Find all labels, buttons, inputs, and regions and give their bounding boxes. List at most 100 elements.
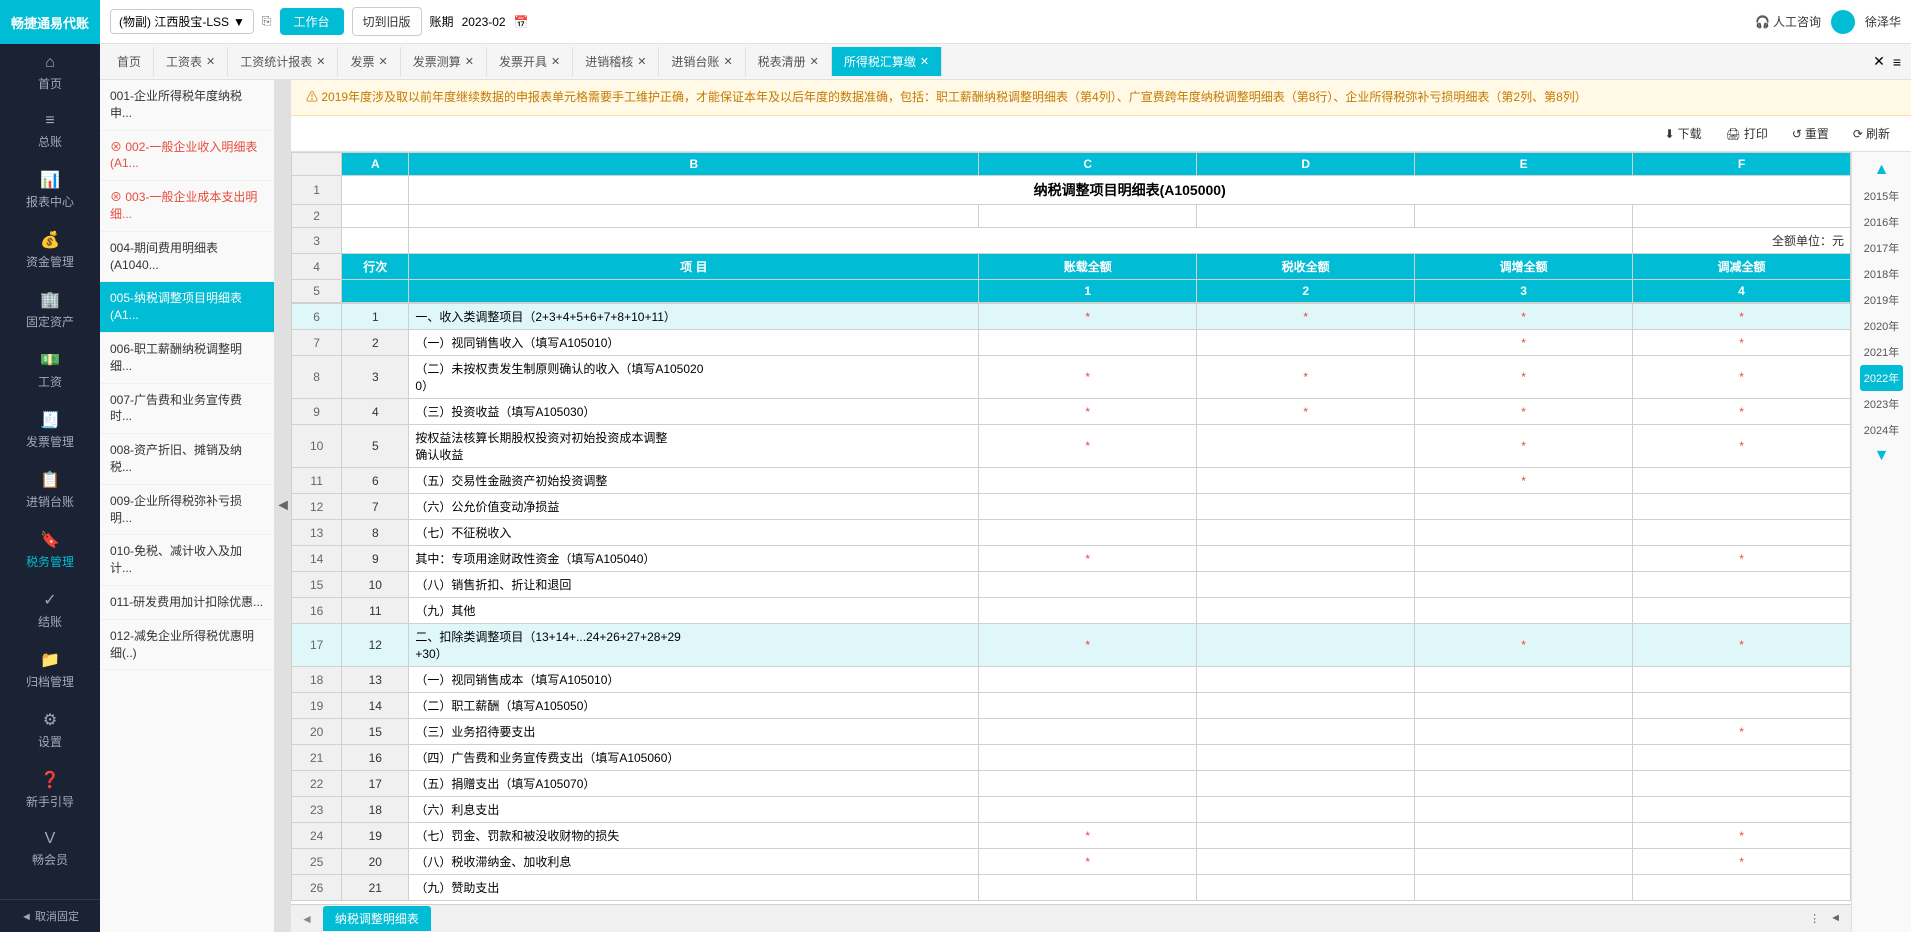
item-cell[interactable]: （五）捐赠支出（填写A105070） <box>409 771 979 797</box>
left-item-8[interactable]: 009-企业所得税弥补亏损明... <box>100 485 274 536</box>
year-item[interactable]: 2021年 <box>1860 339 1903 365</box>
sidebar-item-purchase[interactable]: 📋 进销台账 <box>0 460 100 520</box>
sidebar-item-tax[interactable]: 🔖 税务管理 <box>0 520 100 580</box>
item-cell[interactable]: （六）公允价值变动净损益 <box>409 494 979 520</box>
download-button[interactable]: ⬇ 下载 <box>1659 122 1708 145</box>
tab-close-income-tax[interactable]: ✕ <box>920 55 929 68</box>
left-item-6[interactable]: 007-广告费和业务宣传费时... <box>100 384 274 435</box>
item-cell[interactable]: （六）利息支出 <box>409 797 979 823</box>
item-cell[interactable]: 一、收入类调整项目（2+3+4+5+6+7+8+10+11） <box>409 304 979 330</box>
sidebar-item-close[interactable]: ✓ 结账 <box>0 580 100 640</box>
left-item-1[interactable]: ⊗ 002-一般企业收入明细表(A1... <box>100 131 274 182</box>
item-cell[interactable]: （八）税收滞纳金、加收利息 <box>409 849 979 875</box>
year-item[interactable]: 2018年 <box>1860 261 1903 287</box>
col-F-header: F <box>1633 153 1851 176</box>
tab-salary[interactable]: 工资表 ✕ <box>154 47 228 76</box>
old-version-button[interactable]: 切到旧版 <box>352 7 422 36</box>
sidebar-item-invoice[interactable]: 🧾 发票管理 <box>0 400 100 460</box>
support-button[interactable]: 🎧 人工咨询 <box>1755 13 1821 30</box>
item-cell[interactable]: （七）罚金、罚款和被没收财物的损失 <box>409 823 979 849</box>
item-cell[interactable]: （三）业务招待要支出 <box>409 719 979 745</box>
year-nav-up[interactable]: ▲ <box>1870 157 1894 183</box>
item-cell[interactable]: （七）不征税收入 <box>409 520 979 546</box>
sidebar-item-assets[interactable]: 🏢 固定资产 <box>0 280 100 340</box>
company-selector[interactable]: (物副) 江西股宝-LSS ▼ <box>110 9 254 34</box>
sidebar-item-salary[interactable]: 💵 工资 <box>0 340 100 400</box>
tab-close-purchase-ledger[interactable]: ✕ <box>723 55 732 68</box>
tab-home[interactable]: 首页 <box>105 47 154 76</box>
tab-invoice-calc[interactable]: 发票测算 ✕ <box>401 47 487 76</box>
item-cell[interactable]: （九）其他 <box>409 598 979 624</box>
tab-invoice[interactable]: 发票 ✕ <box>338 47 400 76</box>
sidebar-item-settings[interactable]: ⚙ 设置 <box>0 700 100 760</box>
print-button[interactable]: 🖨 打印 <box>1720 122 1774 145</box>
calendar-icon[interactable]: 📅 <box>514 15 529 29</box>
item-cell[interactable]: （八）销售折扣、折让和退回 <box>409 572 979 598</box>
menu-icon[interactable]: ≡ <box>1893 54 1901 70</box>
tab-check[interactable]: 进销稽核 ✕ <box>573 47 659 76</box>
tab-income-tax[interactable]: 所得税汇算缴 ✕ <box>832 47 942 76</box>
left-item-10[interactable]: 011-研发费用加计扣除优惠... <box>100 586 274 620</box>
sidebar-item-finance[interactable]: 💰 资金管理 <box>0 220 100 280</box>
tab-close-salary[interactable]: ✕ <box>206 55 215 68</box>
item-cell[interactable]: （一）视同销售成本（填写A105010） <box>409 667 979 693</box>
tab-purchase-ledger[interactable]: 进销台账 ✕ <box>659 47 745 76</box>
tab-close-salary-report[interactable]: ✕ <box>316 55 325 68</box>
bottom-sheet-tab[interactable]: 纳税调整明细表 <box>323 906 431 931</box>
tab-invoice-open[interactable]: 发票开具 ✕ <box>487 47 573 76</box>
tab-close-invoice[interactable]: ✕ <box>379 55 388 68</box>
table-row: 10 5 按权益法核算长期股权投资对初始投资成本调整 确认收益 * * * <box>292 425 1851 468</box>
left-item-5[interactable]: 006-职工薪酬纳税调整明细... <box>100 333 274 384</box>
year-item[interactable]: 2016年 <box>1860 209 1903 235</box>
left-item-4[interactable]: 005-纳税调整项目明细表(A1... <box>100 282 274 333</box>
item-cell[interactable]: （一）视同销售收入（填写A105010） <box>409 330 979 356</box>
app-logo[interactable]: 畅捷通易代账 <box>0 0 100 44</box>
workbench-button[interactable]: 工作台 <box>280 8 344 35</box>
left-item-3[interactable]: 004-期间费用明细表(A1040... <box>100 232 274 283</box>
refresh-button[interactable]: ⟳ 刷新 <box>1847 122 1896 145</box>
item-cell[interactable]: （二）未按权责发生制原则确认的收入（填写A105020 0） <box>409 356 979 399</box>
sheet-container[interactable]: A B C D E F <box>291 152 1851 904</box>
tab-salary-report[interactable]: 工资统计报表 ✕ <box>228 47 338 76</box>
year-item[interactable]: 2019年 <box>1860 287 1903 313</box>
sidebar-item-guide[interactable]: ❓ 新手引导 <box>0 760 100 820</box>
tab-close-tax-table[interactable]: ✕ <box>810 55 819 68</box>
year-item[interactable]: 2023年 <box>1860 391 1903 417</box>
year-item[interactable]: 2022年 <box>1860 365 1903 391</box>
tab-close-check[interactable]: ✕ <box>637 55 646 68</box>
item-cell[interactable]: （四）广告费和业务宣传费支出（填写A105060） <box>409 745 979 771</box>
tab-close-invoice-open[interactable]: ✕ <box>551 55 560 68</box>
pin-button[interactable]: ◄ 取消固定 <box>0 899 100 932</box>
left-item-7[interactable]: 008-资产折旧、摊销及纳税... <box>100 434 274 485</box>
year-nav-down[interactable]: ▼ <box>1870 443 1894 469</box>
left-item-0[interactable]: 001-企业所得税年度纳税申... <box>100 80 274 131</box>
item-cell[interactable]: （九）赞助支出 <box>409 875 979 901</box>
sidebar-item-home[interactable]: ⌂ 首页 <box>0 44 100 102</box>
year-item[interactable]: 2020年 <box>1860 313 1903 339</box>
item-cell[interactable]: （二）职工薪酬（填写A105050） <box>409 693 979 719</box>
item-cell[interactable]: 二、扣除类调整项目（13+14+...24+26+27+28+29 +30） <box>409 624 979 667</box>
tab-close-invoice-calc[interactable]: ✕ <box>465 55 474 68</box>
copy-icon[interactable]: ⎘ <box>262 14 272 29</box>
close-all-icon[interactable]: ✕ <box>1873 53 1885 70</box>
user-name[interactable]: 徐泽华 <box>1865 13 1901 30</box>
toggle-panel-button[interactable]: ◄ <box>275 80 291 932</box>
horizontal-scroll[interactable]: ◄ <box>1830 912 1841 925</box>
year-item[interactable]: 2015年 <box>1860 183 1903 209</box>
year-item[interactable]: 2024年 <box>1860 417 1903 443</box>
left-item-2[interactable]: ⊗ 003-一般企业成本支出明细... <box>100 181 274 232</box>
sidebar-item-member[interactable]: V 畅会员 <box>0 820 100 878</box>
sheet-nav-left[interactable]: ◄ <box>301 912 313 926</box>
item-cell[interactable]: （三）投资收益（填写A105030） <box>409 399 979 425</box>
left-item-9[interactable]: 010-免税、减计收入及加计... <box>100 535 274 586</box>
sidebar-item-ledger[interactable]: ≡ 总账 <box>0 102 100 160</box>
year-item[interactable]: 2017年 <box>1860 235 1903 261</box>
item-cell[interactable]: （五）交易性金融资产初始投资调整 <box>409 468 979 494</box>
item-cell[interactable]: 其中：专项用途财政性资金（填写A105040） <box>409 546 979 572</box>
sidebar-item-archive[interactable]: 📁 归档管理 <box>0 640 100 700</box>
reset-button[interactable]: ↺ 重置 <box>1786 122 1835 145</box>
left-item-11[interactable]: 012-减免企业所得税优惠明细(..) <box>100 620 274 671</box>
sidebar-item-report[interactable]: 📊 报表中心 <box>0 160 100 220</box>
item-cell[interactable]: 按权益法核算长期股权投资对初始投资成本调整 确认收益 <box>409 425 979 468</box>
tab-tax-table[interactable]: 税表清册 ✕ <box>746 47 832 76</box>
